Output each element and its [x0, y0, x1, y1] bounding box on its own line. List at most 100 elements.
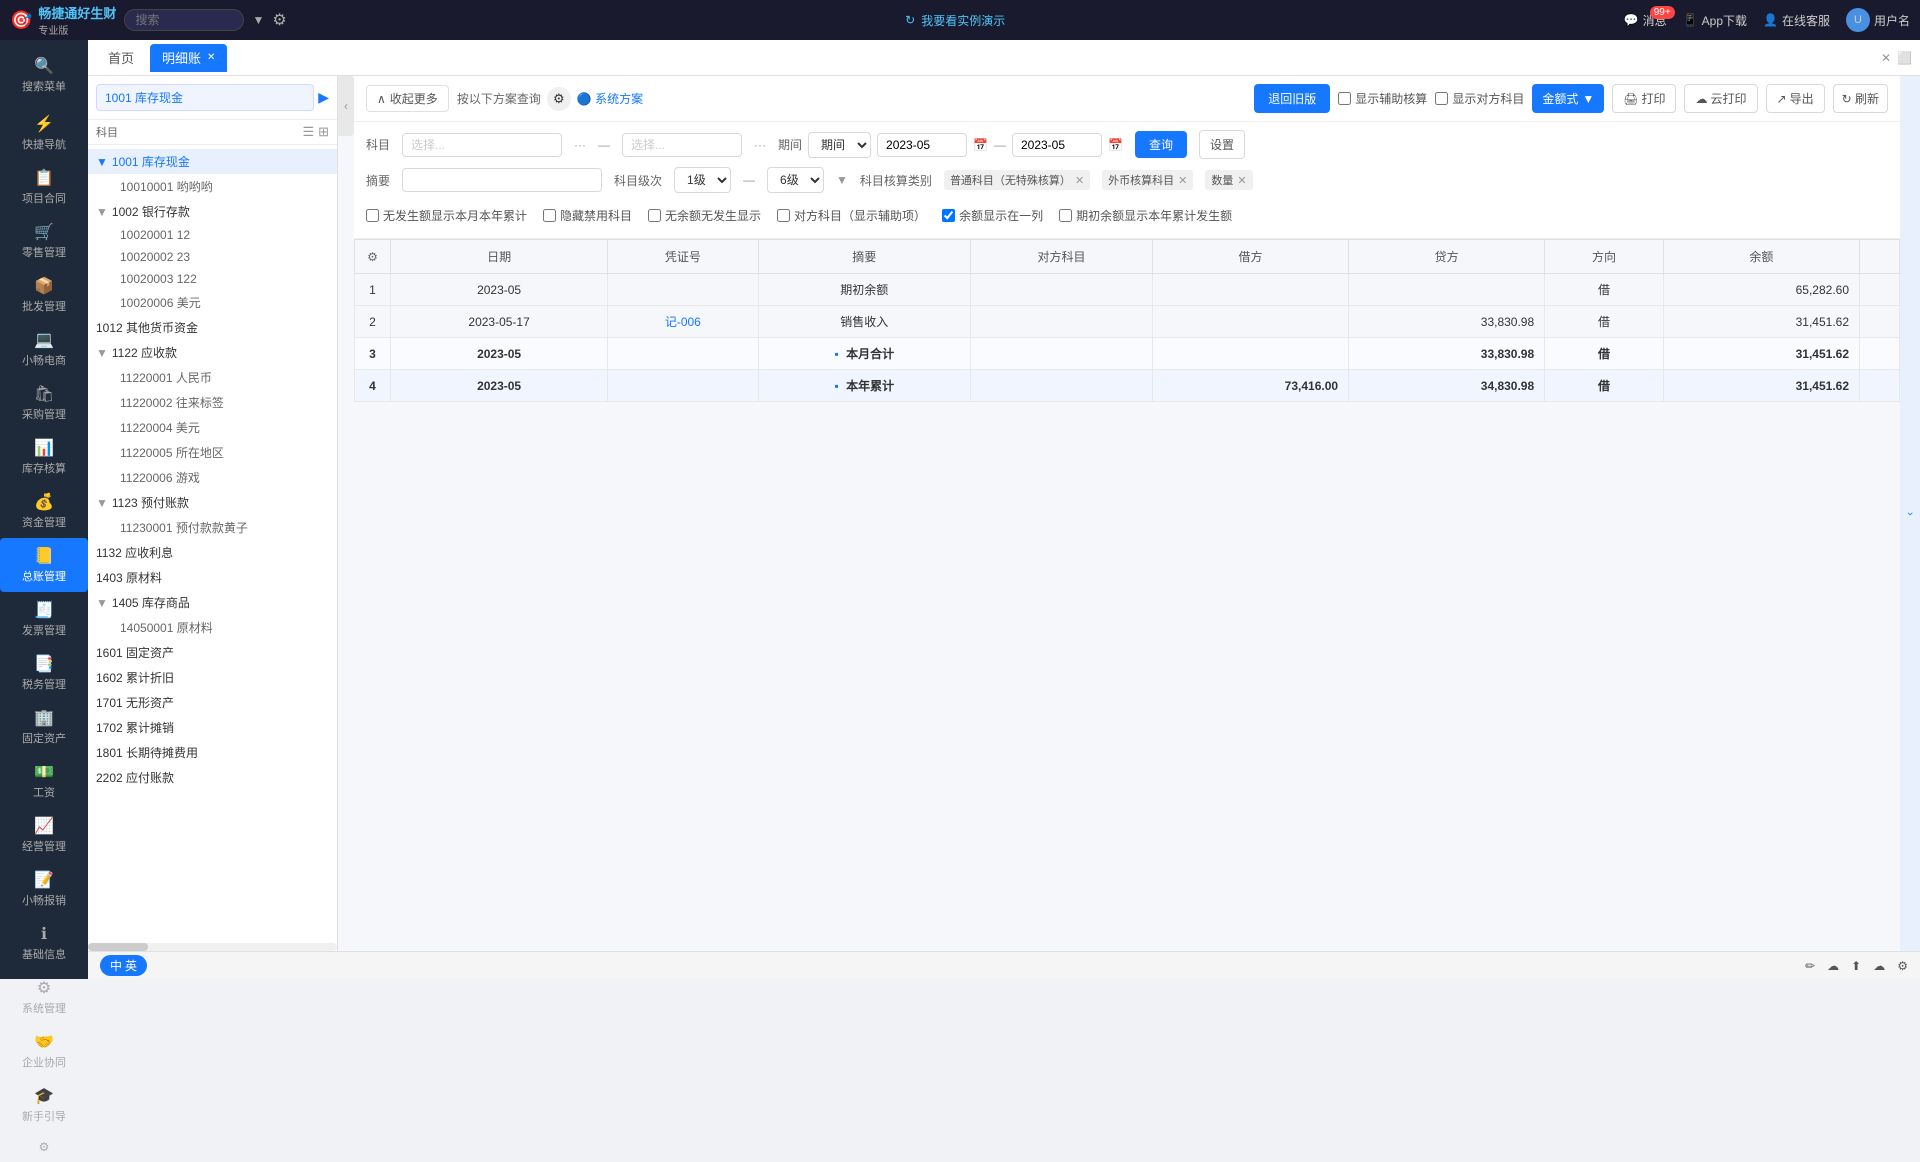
filter-settings-btn[interactable]: 设置	[1199, 130, 1245, 159]
maximize-btn[interactable]: ⬜	[1897, 51, 1912, 65]
tree-item-11230001[interactable]: 11230001 预付款款黄子	[88, 515, 337, 540]
tree-item-1701[interactable]: 1701 无形资产	[88, 690, 337, 715]
tree-item-1601[interactable]: 1601 固定资产	[88, 640, 337, 665]
query-settings-btn[interactable]: ⚙	[547, 87, 571, 111]
tree-item-11220002[interactable]: 11220002 往来标签	[88, 390, 337, 415]
edit-bottom-icon[interactable]: ✏	[1805, 959, 1815, 973]
tree-item-10020003[interactable]: 10020003 122	[88, 268, 337, 290]
sidebar-gear-btn[interactable]: ⚙	[0, 1132, 88, 1162]
tag-0-remove[interactable]: ✕	[1075, 174, 1084, 187]
tree-item-2202[interactable]: 2202 应付账款	[88, 765, 337, 790]
option-4-check[interactable]	[942, 209, 955, 222]
app-download-btn[interactable]: 📱 App下载	[1683, 12, 1747, 29]
tree-item-10020001[interactable]: 10020001 12	[88, 224, 337, 246]
upload-bottom-icon[interactable]: ⬆	[1851, 959, 1861, 973]
right-expand-panel[interactable]: ›	[1900, 76, 1920, 951]
tab-ledger-detail[interactable]: 明细账 ✕	[150, 44, 227, 72]
settings-bottom-icon[interactable]: ⚙	[1897, 959, 1908, 973]
subject-end-input[interactable]	[622, 133, 742, 157]
tree-item-11220006[interactable]: 11220006 游戏	[88, 465, 337, 490]
level-to-select[interactable]: 6级	[767, 167, 824, 193]
demo-link[interactable]: 我要看实例演示	[921, 12, 1005, 29]
tree-item-1602[interactable]: 1602 累计折旧	[88, 665, 337, 690]
close-window-btn[interactable]: ✕	[1881, 51, 1891, 65]
expand-tree-icon[interactable]: ⊞	[318, 124, 329, 140]
tab-close-icon[interactable]: ✕	[207, 52, 215, 63]
tree-item-1122[interactable]: ▼ 1122 应收款	[88, 340, 337, 365]
sidebar-item-quick[interactable]: ⚡ 快捷导航	[0, 106, 88, 160]
dropdown-icon[interactable]: ▼	[252, 13, 264, 27]
calendar-end-icon[interactable]: 📅	[1108, 138, 1123, 152]
tree-item-11220005[interactable]: 11220005 所在地区	[88, 440, 337, 465]
tree-item-1132[interactable]: 1132 应收利息	[88, 540, 337, 565]
tree-item-1702[interactable]: 1702 累计摊销	[88, 715, 337, 740]
sidebar-item-retail[interactable]: 🛒 零售管理	[0, 214, 88, 268]
summary-input[interactable]	[402, 168, 602, 192]
level-from-select[interactable]: 1级	[674, 167, 731, 193]
tree-item-1801[interactable]: 1801 长期待摊费用	[88, 740, 337, 765]
sidebar-item-invoice[interactable]: 🧾 发票管理	[0, 592, 88, 646]
tree-item-11220004[interactable]: 11220004 美元	[88, 415, 337, 440]
tree-item-1012[interactable]: 1012 其他货币资金	[88, 315, 337, 340]
sidebar-item-purchase[interactable]: 🛍 采购管理	[0, 376, 88, 430]
calendar-start-icon[interactable]: 📅	[973, 138, 988, 152]
sync-bottom-icon[interactable]: ☁	[1873, 959, 1885, 973]
tree-scroll-track[interactable]	[88, 943, 337, 951]
tag-1-remove[interactable]: ✕	[1178, 174, 1187, 187]
tree-item-1405[interactable]: ▼ 1405 库存商品	[88, 590, 337, 615]
tree-item-10020006[interactable]: 10020006 美元	[88, 290, 337, 315]
tag-2-remove[interactable]: ✕	[1237, 174, 1246, 187]
tree-scroll-thumb[interactable]	[88, 943, 148, 951]
panel-collapse-btn[interactable]: ‹	[338, 76, 354, 136]
sidebar-item-finance[interactable]: 💰 资金管理	[0, 484, 88, 538]
export-btn[interactable]: ↗ 导出	[1766, 84, 1825, 113]
global-search-input[interactable]	[124, 9, 244, 31]
plan-btn[interactable]: 🔵 系统方案	[577, 90, 643, 107]
sidebar-item-ecommerce[interactable]: 💻 小畅电商	[0, 322, 88, 376]
cloud-print-btn[interactable]: ☁ 云打印	[1684, 84, 1757, 113]
end-period-input[interactable]	[1012, 133, 1102, 157]
sidebar-item-system[interactable]: ⚙ 系统管理	[0, 970, 88, 1024]
tab-home[interactable]: 首页	[96, 44, 146, 72]
sidebar-item-basic[interactable]: ℹ 基础信息	[0, 916, 88, 970]
voucher-link[interactable]: 记-006	[665, 315, 701, 329]
amount-format-btn[interactable]: 金额式 ▼	[1532, 84, 1604, 113]
print-btn[interactable]: 🖨 打印	[1612, 84, 1676, 113]
start-period-input[interactable]	[877, 133, 967, 157]
sidebar-item-inventory[interactable]: 📊 库存核算	[0, 430, 88, 484]
sidebar-item-tax[interactable]: 📑 税务管理	[0, 646, 88, 700]
refresh-btn[interactable]: ↻ 刷新	[1833, 84, 1888, 113]
option-1-check[interactable]	[543, 209, 556, 222]
user-btn[interactable]: U 用户名	[1846, 8, 1910, 32]
tree-item-1123[interactable]: ▼ 1123 预付账款	[88, 490, 337, 515]
next-account-btn[interactable]: ▶	[318, 89, 329, 106]
sidebar-item-search[interactable]: 🔍 搜索菜单	[0, 48, 88, 102]
table-settings-icon[interactable]: ⚙	[367, 250, 378, 264]
sidebar-item-salary[interactable]: 💵 工资	[0, 754, 88, 808]
list-icon[interactable]: ☰	[302, 124, 314, 140]
settings-top-icon[interactable]: ⚙	[272, 10, 286, 30]
subject-input[interactable]	[402, 133, 562, 157]
sidebar-item-ops[interactable]: 📈 经营管理	[0, 808, 88, 862]
option-0-check[interactable]	[366, 209, 379, 222]
option-2-check[interactable]	[648, 209, 661, 222]
current-account-display[interactable]: 1001 库存现金	[96, 84, 314, 111]
sidebar-item-report[interactable]: 📝 小畅报销	[0, 862, 88, 916]
option-3-check[interactable]	[777, 209, 790, 222]
query-btn[interactable]: 查询	[1135, 131, 1187, 158]
sidebar-item-assets[interactable]: 🏢 固定资产	[0, 700, 88, 754]
lang-switch-btn[interactable]: 中 英	[100, 955, 147, 976]
back-old-version-btn[interactable]: 退回旧版	[1254, 84, 1330, 113]
tree-item-14050001[interactable]: 14050001 原材料	[88, 615, 337, 640]
tree-item-11220001[interactable]: 11220001 人民币	[88, 365, 337, 390]
sidebar-item-ledger[interactable]: 📒 总账管理	[0, 538, 88, 592]
expand-more-btn[interactable]: ∧ 收起更多	[366, 85, 449, 112]
cloud-bottom-icon[interactable]: ☁	[1827, 959, 1839, 973]
tree-item-1403[interactable]: 1403 原材料	[88, 565, 337, 590]
tree-item-10010001[interactable]: 10010001 哟哟哟	[88, 174, 337, 199]
sidebar-item-project[interactable]: 📋 项目合同	[0, 160, 88, 214]
tree-item-1001[interactable]: ▼ 1001 库存现金	[88, 149, 337, 174]
tree-item-10020002[interactable]: 10020002 23	[88, 246, 337, 268]
period-type-select[interactable]: 期间	[808, 132, 871, 158]
opposite-checkbox[interactable]	[1435, 92, 1448, 105]
